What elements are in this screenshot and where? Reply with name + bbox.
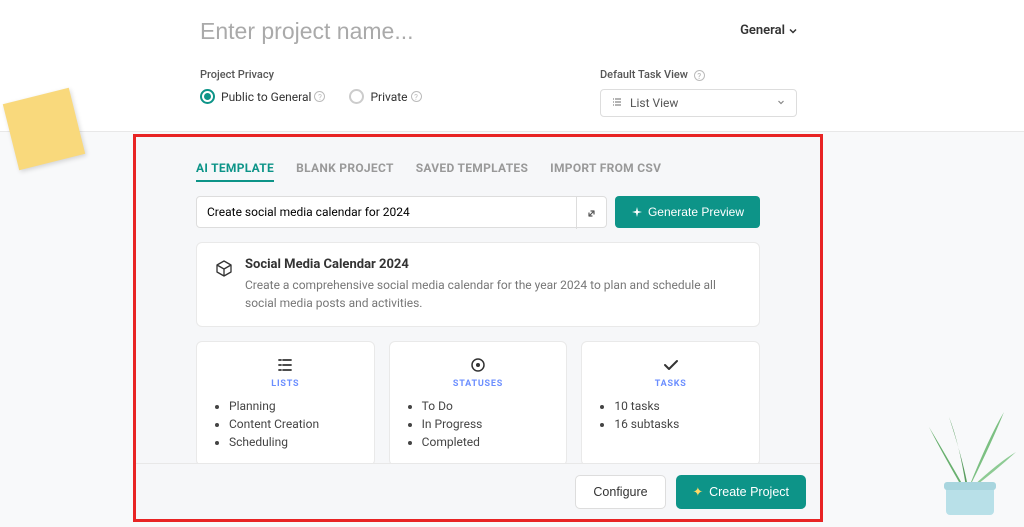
plant-decoration [904,382,1024,527]
privacy-public-label: Public to General [221,90,311,104]
tab-ai-template[interactable]: AI TEMPLATE [196,161,274,182]
configure-button[interactable]: Configure [575,475,665,509]
footer-bar: Configure ✦ Create Project [136,463,820,519]
box-icon [215,259,233,281]
template-card: Social Media Calendar 2024 Create a comp… [196,242,760,327]
list-item: 10 tasks [614,397,743,415]
help-icon[interactable]: ? [314,91,325,102]
configure-button-label: Configure [593,485,647,499]
general-dropdown[interactable]: General [740,23,799,38]
privacy-label: Project Privacy [200,68,600,81]
check-icon [598,356,743,374]
default-view-select[interactable]: List View [600,89,797,117]
template-title: Social Media Calendar 2024 [245,257,741,272]
tasks-label: TASKS [598,379,743,389]
radio-selected-icon [200,89,215,104]
top-section: General Project Privacy Public to Genera… [0,0,1024,132]
template-description: Create a comprehensive social media cale… [245,276,741,312]
privacy-private-radio[interactable]: Private ? [349,89,421,104]
list-icon [611,96,623,111]
statuses-label: STATUSES [406,379,551,389]
lists-label: LISTS [213,379,358,389]
help-icon[interactable]: ? [411,91,422,102]
project-name-input[interactable] [200,14,800,49]
default-view-value: List View [630,96,678,110]
lists-items: Planning Content Creation Scheduling [213,397,358,451]
general-dropdown-label: General [740,23,785,38]
radio-unselected-icon [349,89,364,104]
sparkle-icon [631,206,643,218]
chevron-down-icon [776,96,786,110]
list-icon [213,356,358,374]
tab-import-csv[interactable]: IMPORT FROM CSV [550,161,661,182]
generate-preview-button[interactable]: Generate Preview [615,196,760,228]
statuses-items: To Do In Progress Completed [406,397,551,451]
list-item: To Do [422,397,551,415]
ai-prompt-input[interactable]: Create social media calendar for 2024 [196,196,607,228]
privacy-public-radio[interactable]: Public to General ? [200,89,325,104]
create-button-label: Create Project [709,485,789,499]
generate-button-label: Generate Preview [648,205,744,219]
template-tabs: AI TEMPLATE BLANK PROJECT SAVED TEMPLATE… [196,161,760,182]
list-item: 16 subtasks [614,415,743,433]
list-item: In Progress [422,415,551,433]
main-panel: AI TEMPLATE BLANK PROJECT SAVED TEMPLATE… [133,134,823,522]
target-icon [406,356,551,374]
sparkle-icon: ✦ [693,484,703,499]
statuses-card: STATUSES To Do In Progress Completed [389,341,568,466]
list-item: Content Creation [229,415,358,433]
tasks-items: 10 tasks 16 subtasks [598,397,743,433]
create-project-button[interactable]: ✦ Create Project [676,475,806,509]
default-view-label: Default Task View ? [600,68,797,81]
help-icon[interactable]: ? [694,70,705,81]
list-item: Scheduling [229,433,358,451]
tab-blank-project[interactable]: BLANK PROJECT [296,161,394,182]
ai-prompt-value: Create social media calendar for 2024 [207,205,410,219]
expand-icon[interactable] [576,197,606,229]
tab-saved-templates[interactable]: SAVED TEMPLATES [416,161,528,182]
chevron-down-icon [787,25,799,37]
list-item: Completed [422,433,551,451]
list-item: Planning [229,397,358,415]
privacy-private-label: Private [370,90,407,104]
tasks-card: TASKS 10 tasks 16 subtasks [581,341,760,466]
lists-card: LISTS Planning Content Creation Scheduli… [196,341,375,466]
